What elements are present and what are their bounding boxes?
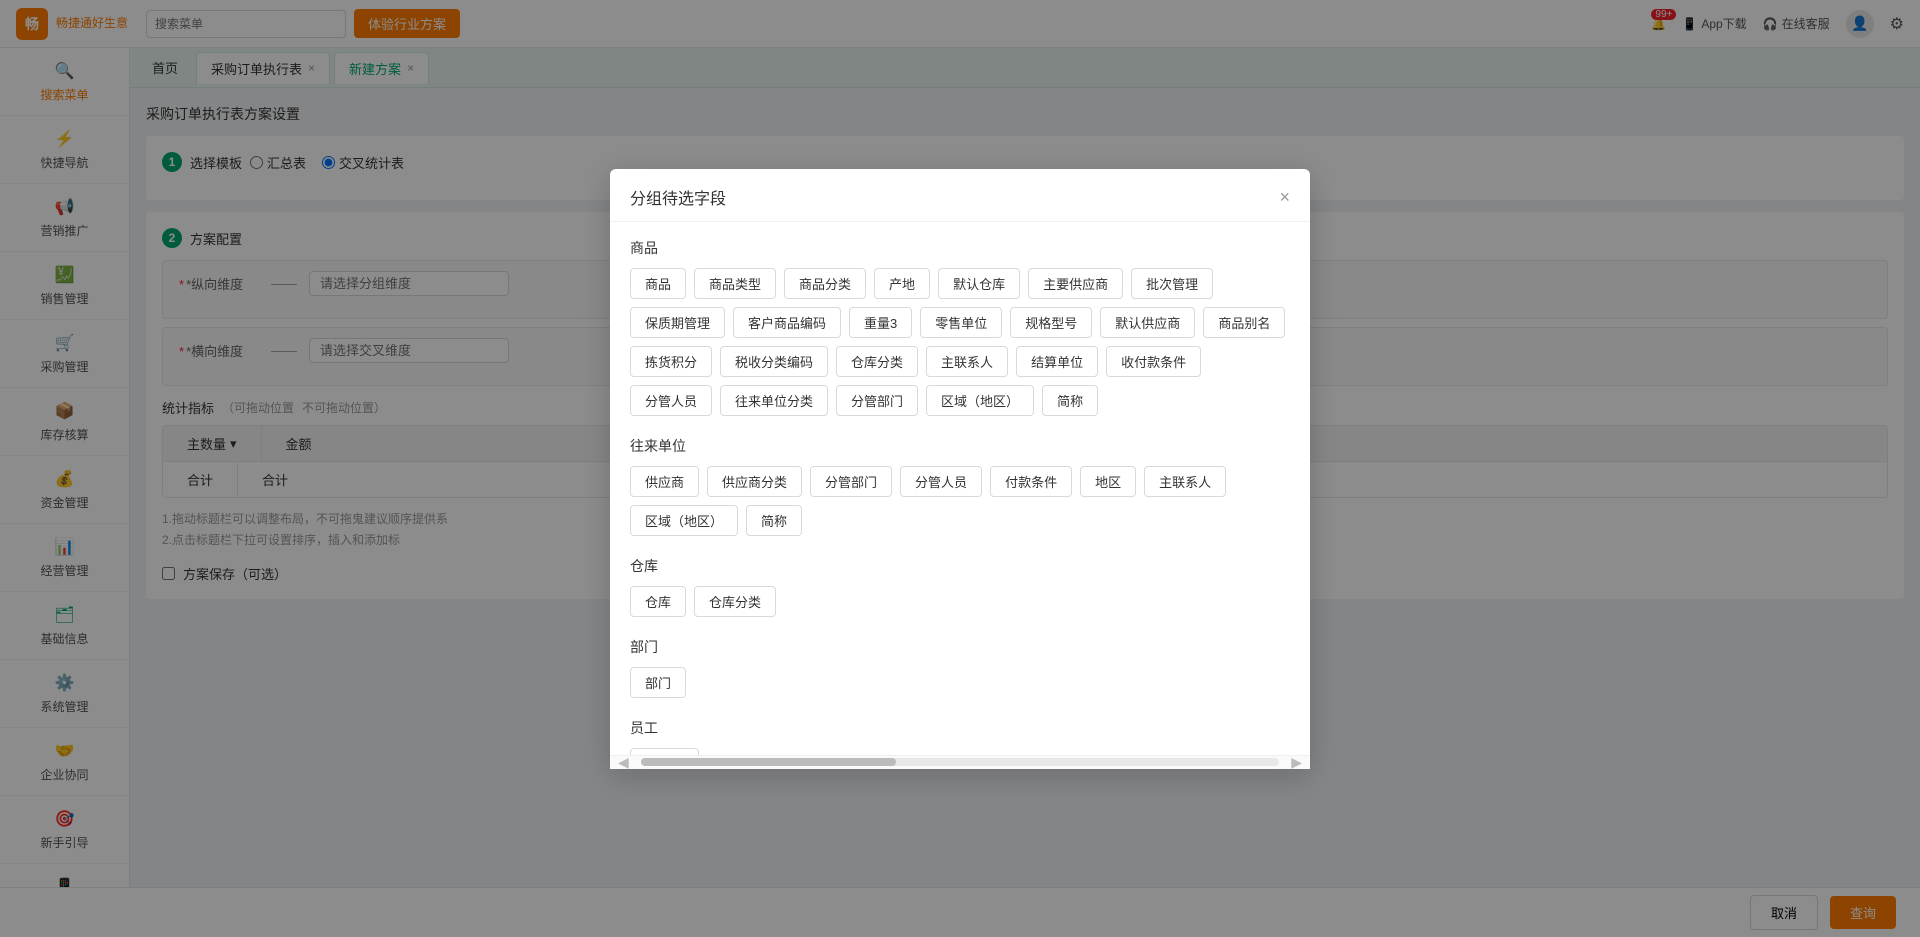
scroll-right-arrow[interactable]: ▶ [1287,754,1306,771]
field-tag[interactable]: 分管人员 [900,466,982,497]
field-tag[interactable]: 保质期管理 [630,307,725,338]
field-tag[interactable]: 主联系人 [926,346,1008,377]
field-tag[interactable]: 收付款条件 [1106,346,1201,377]
field-tag[interactable]: 区域（地区） [926,385,1034,416]
modal-hscroll[interactable]: ◀ ▶ [610,755,1310,769]
field-tag[interactable]: 拣货积分 [630,346,712,377]
field-tag[interactable]: 分管人员 [630,385,712,416]
section-title-goods: 商品 [630,238,1290,258]
field-tag[interactable]: 商品分类 [784,268,866,299]
field-tags-staff: 业务员 [630,748,1290,755]
field-tag[interactable]: 主要供应商 [1028,268,1123,299]
field-tag[interactable]: 供应商分类 [707,466,802,497]
modal-section-dept: 部门部门 [630,637,1290,698]
field-tags-goods: 商品商品类型商品分类产地默认仓库主要供应商批次管理保质期管理客户商品编码重量3 零… [630,268,1290,416]
field-tag[interactable]: 区域（地区） [630,505,738,536]
modal-section-partner: 往来单位供应商供应商分类分管部门分管人员付款条件地区主联系人区域（地区） 简称 [630,436,1290,536]
field-tags-dept: 部门 [630,667,1290,698]
field-tag[interactable]: 默认仓库 [938,268,1020,299]
section-title-partner: 往来单位 [630,436,1290,456]
field-tag[interactable]: 批次管理 [1131,268,1213,299]
modal-overlay: 分组待选字段 × 商品商品商品类型商品分类产地默认仓库主要供应商批次管理保质期管… [0,0,1920,937]
field-tag[interactable]: 规格型号 [1010,307,1092,338]
field-tag[interactable]: 重量3 [849,307,912,338]
modal-body: 商品商品商品类型商品分类产地默认仓库主要供应商批次管理保质期管理客户商品编码重量… [610,222,1310,755]
field-tag[interactable]: 产地 [874,268,930,299]
field-tag[interactable]: 部门 [630,667,686,698]
field-tag[interactable]: 地区 [1080,466,1136,497]
field-tags-partner: 供应商供应商分类分管部门分管人员付款条件地区主联系人区域（地区） 简称 [630,466,1290,536]
field-tag[interactable]: 默认供应商 [1100,307,1195,338]
modal-section-goods: 商品商品商品类型商品分类产地默认仓库主要供应商批次管理保质期管理客户商品编码重量… [630,238,1290,416]
field-tag[interactable]: 供应商 [630,466,699,497]
field-tag[interactable]: 税收分类编码 [720,346,828,377]
field-tag[interactable]: 商品别名 [1203,307,1285,338]
field-tag[interactable]: 简称 [1042,385,1098,416]
field-tag[interactable]: 结算单位 [1016,346,1098,377]
modal-close-btn[interactable]: × [1279,188,1290,206]
field-tag[interactable]: 业务员 [630,748,699,755]
modal-title: 分组待选字段 [630,185,726,209]
section-title-dept: 部门 [630,637,1290,657]
section-title-staff: 员工 [630,718,1290,738]
field-tags-warehouse: 仓库仓库分类 [630,586,1290,617]
scroll-left-arrow[interactable]: ◀ [614,754,633,771]
field-tag[interactable]: 分管部门 [836,385,918,416]
field-tag[interactable]: 往来单位分类 [720,385,828,416]
hscroll-track[interactable] [641,758,1279,766]
modal-section-warehouse: 仓库仓库仓库分类 [630,556,1290,617]
field-tag[interactable]: 主联系人 [1144,466,1226,497]
field-tag[interactable]: 零售单位 [920,307,1002,338]
field-tag[interactable]: 客户商品编码 [733,307,841,338]
field-tag[interactable]: 仓库 [630,586,686,617]
section-title-warehouse: 仓库 [630,556,1290,576]
hscroll-thumb [641,758,896,766]
field-tag[interactable]: 商品类型 [694,268,776,299]
field-tag[interactable]: 简称 [746,505,802,536]
field-tag[interactable]: 分管部门 [810,466,892,497]
modal-section-staff: 员工业务员 [630,718,1290,755]
field-tag[interactable]: 商品 [630,268,686,299]
field-select-modal: 分组待选字段 × 商品商品商品类型商品分类产地默认仓库主要供应商批次管理保质期管… [610,169,1310,769]
field-tag[interactable]: 付款条件 [990,466,1072,497]
modal-header: 分组待选字段 × [610,169,1310,222]
field-tag[interactable]: 仓库分类 [694,586,776,617]
field-tag[interactable]: 仓库分类 [836,346,918,377]
